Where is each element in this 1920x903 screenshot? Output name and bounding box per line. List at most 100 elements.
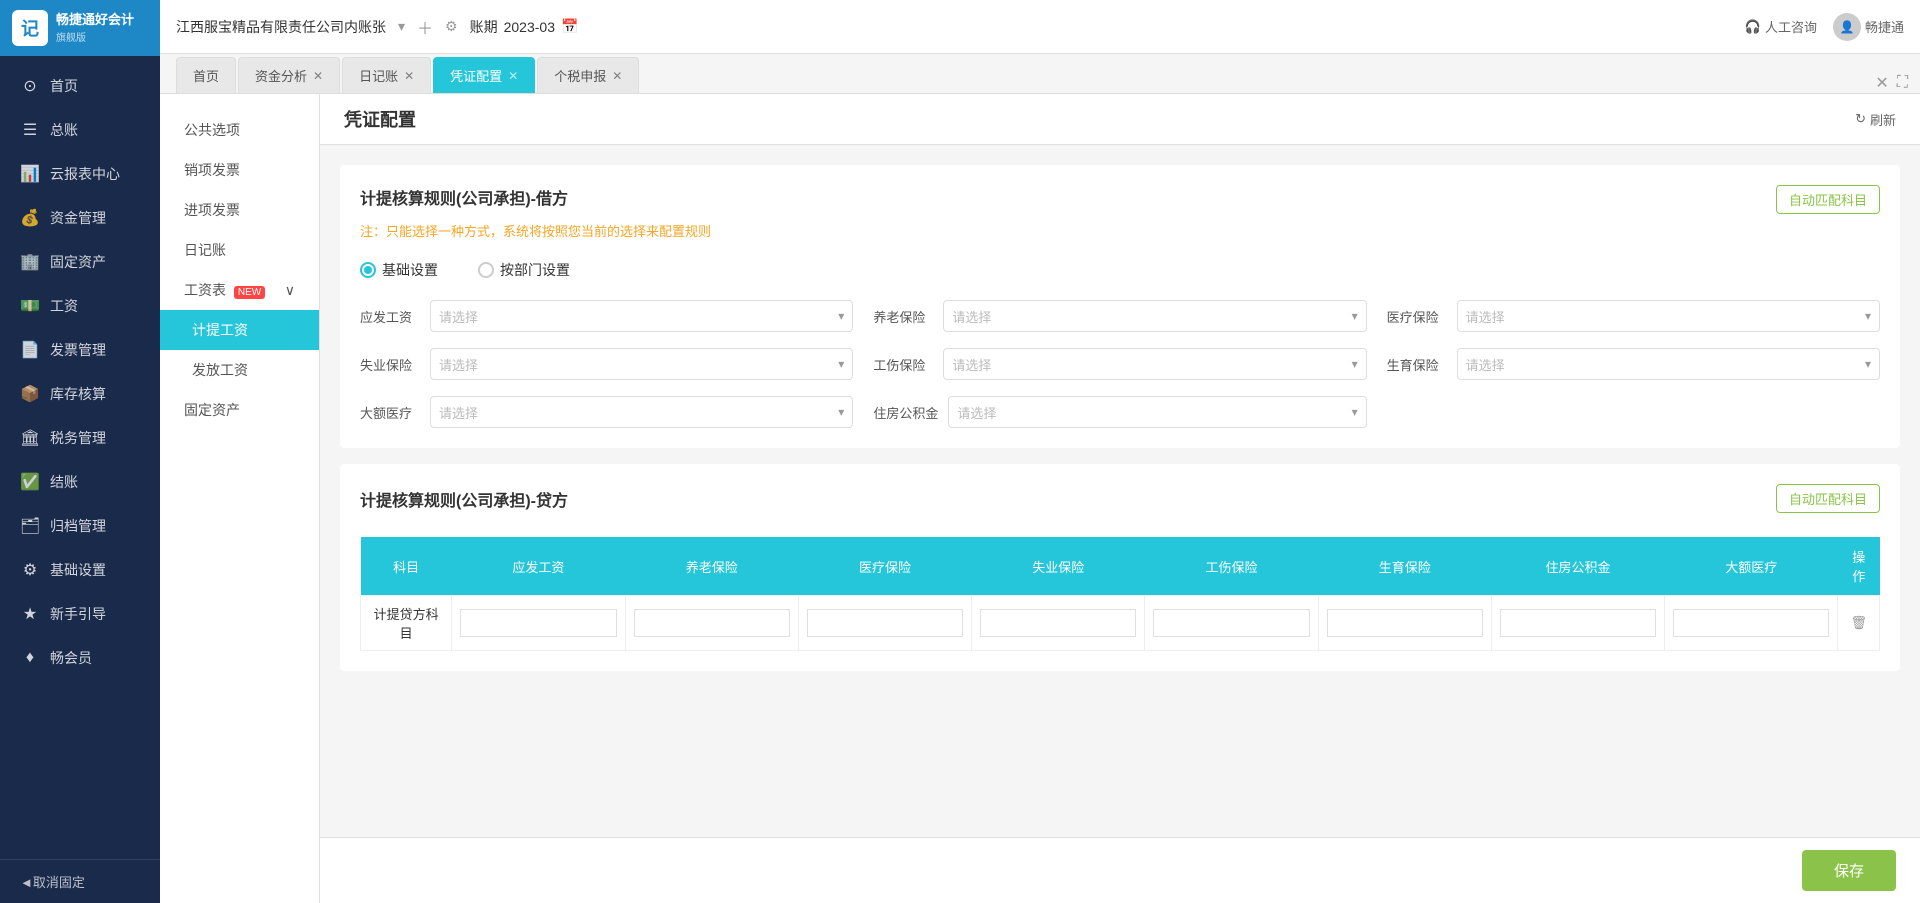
- sidebar-item-checkout[interactable]: ✅ 结账: [0, 460, 160, 504]
- shengyu-select[interactable]: 请选择 ▾: [1457, 348, 1880, 380]
- debit-auto-match-button[interactable]: 自动匹配科目: [1776, 185, 1880, 214]
- save-button[interactable]: 保存: [1802, 850, 1896, 891]
- sidebar-item-label: 归档管理: [50, 516, 106, 536]
- user-menu[interactable]: 👤 畅捷通: [1833, 13, 1904, 41]
- tab-voucher[interactable]: 凭证配置 ✕: [433, 57, 535, 93]
- radio-basic[interactable]: 基础设置: [360, 260, 438, 280]
- col-yiliao: 医疗保险: [798, 537, 971, 596]
- add-account-button[interactable]: ＋: [417, 15, 433, 39]
- refresh-icon: ↻: [1855, 111, 1866, 127]
- delete-icon[interactable]: 🗑: [1850, 615, 1867, 630]
- cell-operation[interactable]: 🗑: [1838, 596, 1880, 651]
- cell-gongshang[interactable]: [1145, 596, 1318, 651]
- radio-department[interactable]: 按部门设置: [478, 260, 570, 280]
- service-button[interactable]: 🎧 人工咨询: [1745, 17, 1817, 36]
- refresh-button[interactable]: ↻ 刷新: [1855, 110, 1896, 129]
- input-yiliao[interactable]: [807, 609, 963, 637]
- sidebar-item-tax[interactable]: 🏛 税务管理: [0, 416, 160, 460]
- input-yanglao[interactable]: [634, 609, 790, 637]
- close-tax-icon[interactable]: ✕: [612, 69, 622, 83]
- logo-icon: 记: [12, 10, 48, 46]
- sidebar-item-inventory[interactable]: 📦 库存核算: [0, 372, 160, 416]
- topbar: 江西服宝精品有限责任公司内账张 ▾ ＋ ⚙ 账期 2023-03 📅 🎧 人工咨…: [160, 0, 1920, 54]
- sec-sub-item-advance-salary[interactable]: 计提工资: [160, 310, 319, 350]
- service-label: 人工咨询: [1765, 17, 1817, 36]
- chevron-down-icon: ▾: [838, 405, 844, 419]
- debit-section: 计提核算规则(公司承担)-借方 注：只能选择一种方式，系统将按照您当前的选择来配…: [340, 165, 1900, 448]
- cell-yiliao[interactable]: [798, 596, 971, 651]
- tab-voucher-label: 凭证配置: [450, 66, 502, 85]
- input-shengyu[interactable]: [1327, 609, 1483, 637]
- yanglao-select[interactable]: 请选择 ▾: [943, 300, 1366, 332]
- company-chevron-icon[interactable]: ▾: [398, 18, 405, 35]
- calendar-icon[interactable]: 📅: [561, 18, 578, 35]
- gongshang-select[interactable]: 请选择 ▾: [943, 348, 1366, 380]
- yingfa-select[interactable]: 请选择 ▾: [430, 300, 853, 332]
- user-label: 畅捷通: [1865, 17, 1904, 36]
- reports-icon: 📊: [20, 164, 40, 184]
- sidebar-item-label: 新手引导: [50, 604, 106, 624]
- company-name: 江西服宝精品有限责任公司内账张: [176, 17, 386, 37]
- sidebar-item-guide[interactable]: ★ 新手引导: [0, 592, 160, 636]
- ledger-icon: ☰: [20, 120, 40, 140]
- cell-shiye[interactable]: [972, 596, 1145, 651]
- gongshang-label: 工伤保险: [873, 355, 933, 374]
- close-window-icon[interactable]: ✕: [1875, 73, 1888, 93]
- sidebar-logo: 记 畅捷通好会计 旗舰版: [0, 0, 160, 56]
- sidebar-item-settings[interactable]: ⚙ 基础设置: [0, 548, 160, 592]
- assets-icon: 🏢: [20, 252, 40, 272]
- input-gongshang[interactable]: [1153, 609, 1309, 637]
- tab-tax-label: 个税申报: [554, 66, 606, 85]
- input-dayi[interactable]: [1673, 609, 1829, 637]
- cell-yingfa[interactable]: [452, 596, 625, 651]
- sidebar-item-invoices[interactable]: 📄 发票管理: [0, 328, 160, 372]
- sidebar-item-home[interactable]: ⊙ 首页: [0, 64, 160, 108]
- sec-sub-item-pay-salary[interactable]: 发放工资: [160, 350, 319, 390]
- cell-zhufang[interactable]: [1491, 596, 1664, 651]
- dayi-select[interactable]: 请选择 ▾: [430, 396, 853, 428]
- col-shiye: 失业保险: [972, 537, 1145, 596]
- input-shiye[interactable]: [980, 609, 1136, 637]
- tab-journal[interactable]: 日记账 ✕: [342, 57, 431, 93]
- sidebar-item-ledger[interactable]: ☰ 总账: [0, 108, 160, 152]
- radio-basic-circle: [360, 262, 376, 278]
- zhufang-select[interactable]: 请选择 ▾: [948, 396, 1366, 428]
- sidebar-item-assets[interactable]: 🏢 固定资产: [0, 240, 160, 284]
- tabbar: 首页 资金分析 ✕ 日记账 ✕ 凭证配置 ✕ 个税申报 ✕ ✕ ⛶: [160, 54, 1920, 94]
- cancel-fixed-button[interactable]: ◄取消固定: [0, 859, 160, 903]
- sidebar-item-funds[interactable]: 💰 资金管理: [0, 196, 160, 240]
- sec-item-sales[interactable]: 销项发票: [160, 150, 319, 190]
- field-gongshang: 工伤保险 请选择 ▾: [873, 348, 1366, 380]
- tab-home[interactable]: 首页: [176, 57, 236, 93]
- maximize-icon[interactable]: ⛶: [1897, 74, 1908, 92]
- tab-tax[interactable]: 个税申报 ✕: [537, 57, 639, 93]
- cell-dayi[interactable]: [1665, 596, 1838, 651]
- cell-yanglao[interactable]: [625, 596, 798, 651]
- sec-item-public[interactable]: 公共选项: [160, 110, 319, 150]
- content-area: 公共选项 销项发票 进项发票 日记账 工资表 NEW ∨ 计提工资: [160, 94, 1920, 903]
- shiye-select[interactable]: 请选择 ▾: [430, 348, 853, 380]
- yiliao-select[interactable]: 请选择 ▾: [1457, 300, 1880, 332]
- table-row: 计提贷方科目 🗑: [361, 596, 1880, 651]
- sec-item-purchase[interactable]: 进项发票: [160, 190, 319, 230]
- sidebar-item-member[interactable]: ♦ 畅会员: [0, 636, 160, 680]
- sec-item-fixed-assets[interactable]: 固定资产: [160, 390, 319, 430]
- sidebar-item-archive[interactable]: 🗂 归档管理: [0, 504, 160, 548]
- yanglao-label: 养老保险: [873, 307, 933, 326]
- close-voucher-icon[interactable]: ✕: [508, 69, 518, 83]
- sidebar-item-label: 总账: [50, 120, 78, 140]
- credit-auto-match-button[interactable]: 自动匹配科目: [1776, 484, 1880, 513]
- yiliao-placeholder: 请选择: [1466, 307, 1505, 326]
- cell-shengyu[interactable]: [1318, 596, 1491, 651]
- sec-group-salary-table[interactable]: 工资表 NEW ∨: [160, 270, 319, 310]
- topbar-right: 🎧 人工咨询 👤 畅捷通: [1745, 13, 1904, 41]
- input-yingfa[interactable]: [460, 609, 616, 637]
- settings-gear-icon[interactable]: ⚙: [445, 18, 458, 35]
- input-zhufang[interactable]: [1500, 609, 1656, 637]
- close-funds-icon[interactable]: ✕: [313, 69, 323, 83]
- sidebar-item-salary[interactable]: 💵 工资: [0, 284, 160, 328]
- tab-funds[interactable]: 资金分析 ✕: [238, 57, 340, 93]
- close-journal-icon[interactable]: ✕: [404, 69, 414, 83]
- sidebar-item-reports[interactable]: 📊 云报表中心: [0, 152, 160, 196]
- sec-item-journal[interactable]: 日记账: [160, 230, 319, 270]
